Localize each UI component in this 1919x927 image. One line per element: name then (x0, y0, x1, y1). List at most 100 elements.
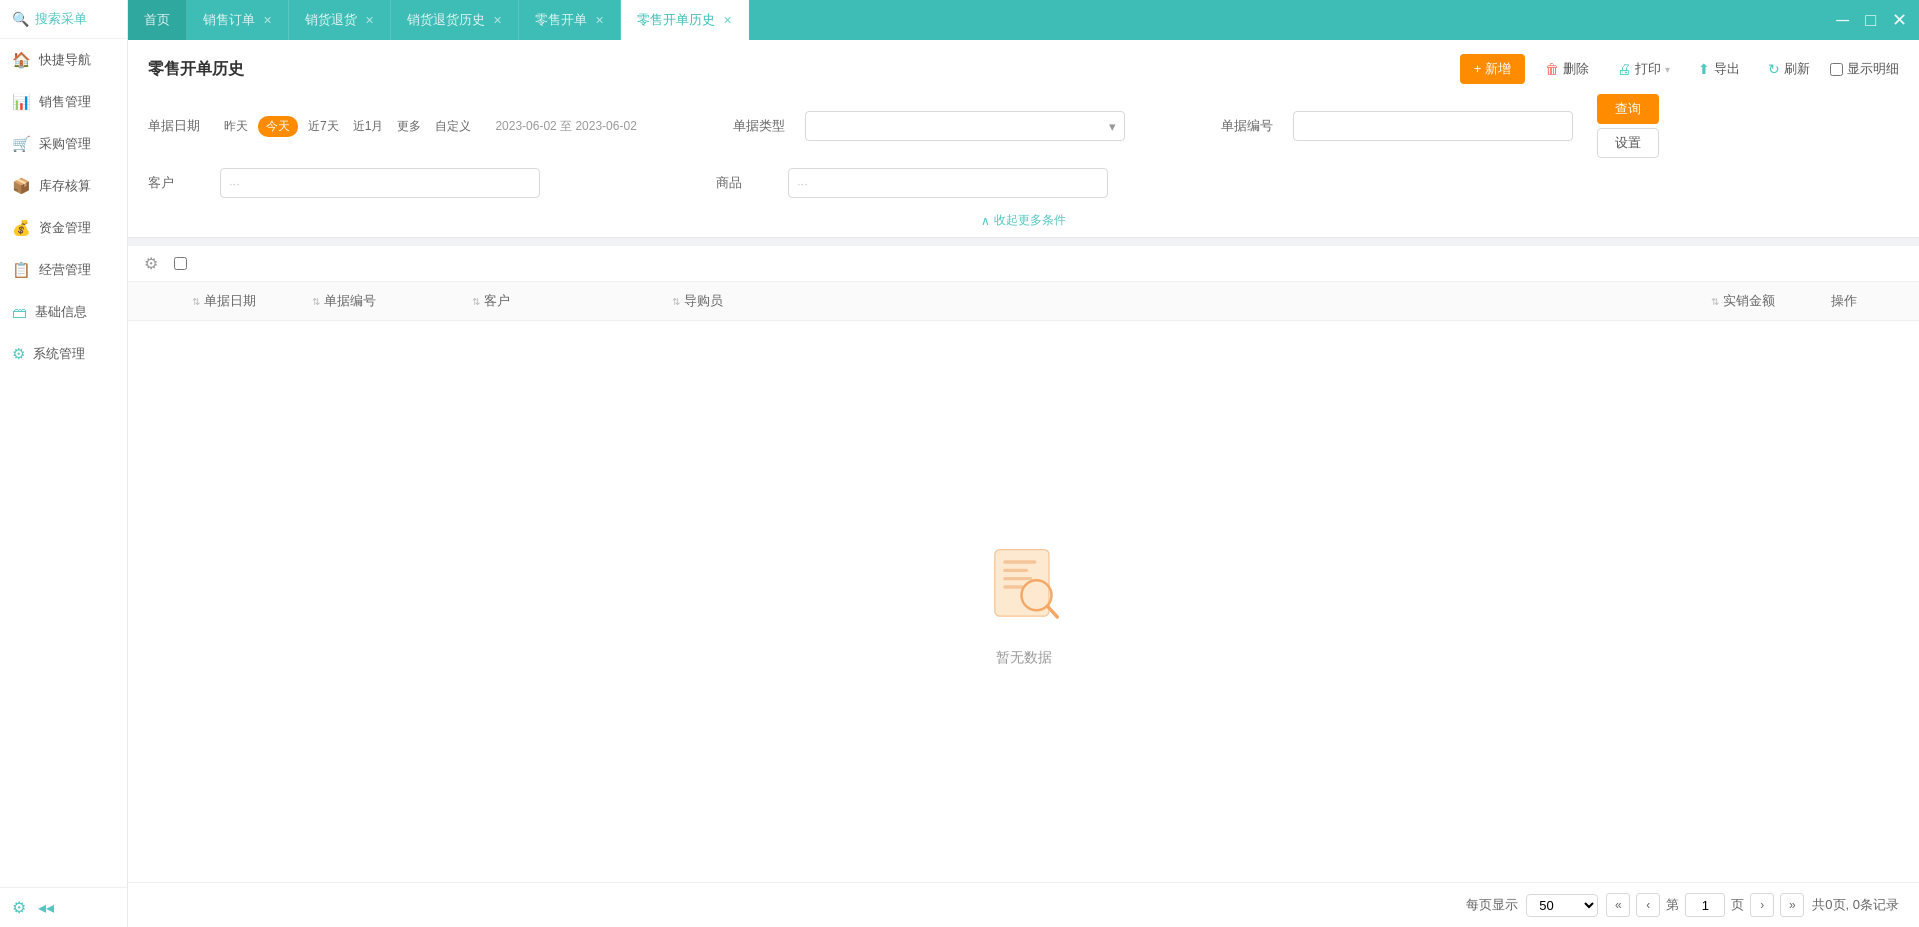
sidebar-item-sys-mgmt[interactable]: ⚙系统管理 (0, 333, 127, 375)
sidebar-nav: 🏠快捷导航📊销售管理 🛒 采购管理 📦库存核算💰资金管理📋经营管理 🗃 基础信息 ⚙系统管理 (0, 39, 127, 887)
delete-button[interactable]: 🗑 删除 (1537, 56, 1597, 82)
refresh-button[interactable]: ↻ 刷新 (1760, 56, 1818, 82)
window-maximize-icon[interactable]: □ (1865, 10, 1876, 31)
type-filter-label: 单据类型 (733, 117, 789, 135)
col-header-number[interactable]: ⇅ 单据编号 (304, 282, 464, 320)
sidebar-icon-purchase-mgmt: 🛒 (12, 135, 31, 153)
sidebar-item-ops-mgmt[interactable]: 📋经营管理 (0, 249, 127, 291)
tab-label-sales-order: 销售订单 (203, 11, 255, 29)
sidebar-search-label: 搜索采单 (35, 10, 87, 28)
tab-close-sales-order[interactable]: ✕ (263, 14, 272, 27)
sidebar-item-quick-nav[interactable]: 🏠快捷导航 (0, 39, 127, 81)
table-area: ⚙ ⇅ 单据日期 ⇅ 单据编号 ⇅ 客户 ⇅ 导购 (128, 246, 1919, 882)
sidebar-search[interactable]: 🔍 搜索采单 (0, 0, 127, 39)
col-header-customer[interactable]: ⇅ 客户 (464, 282, 664, 320)
settings-button[interactable]: 设置 (1597, 128, 1659, 158)
print-chevron-icon: ▾ (1665, 64, 1670, 75)
svg-point-6 (1026, 585, 1046, 605)
filter-row-date: 单据日期 昨天 今天 近7天 近1月 更多 自定义 2023-06-02 至 2… (148, 94, 1899, 158)
sidebar-item-purchase-mgmt[interactable]: 🛒 采购管理 (0, 123, 127, 165)
collapse-filter-btn[interactable]: ∧ 收起更多条件 (148, 208, 1899, 237)
tab-sales-return[interactable]: 销货退货✕ (289, 0, 391, 40)
type-filter-select[interactable]: ▾ (805, 111, 1125, 141)
gear-icon[interactable]: ⚙ (12, 898, 26, 917)
select-all-checkbox[interactable] (174, 257, 187, 270)
show-detail-checkbox[interactable]: 显示明细 (1830, 60, 1899, 78)
show-detail-input[interactable] (1830, 63, 1843, 76)
sidebar-label-basic-info: 基础信息 (35, 303, 87, 321)
prev-page-btn[interactable]: ‹ (1636, 893, 1660, 917)
customer-filter-select[interactable]: ··· (220, 168, 540, 198)
number-filter-input[interactable] (1293, 111, 1573, 141)
sidebar-label-sales-mgmt: 销售管理 (39, 93, 91, 111)
sidebar: 🔍 搜索采单 🏠快捷导航📊销售管理 🛒 采购管理 📦库存核算💰资金管理📋经营管理 🗃 基础… (0, 0, 128, 927)
date-filter-btns: 昨天 今天 近7天 近1月 更多 自定义 (220, 116, 475, 137)
show-detail-label: 显示明细 (1847, 60, 1899, 78)
next-page-btn[interactable]: › (1750, 893, 1774, 917)
date-btn-7days[interactable]: 近7天 (304, 116, 343, 137)
date-btn-custom[interactable]: 自定义 (431, 116, 475, 137)
sort-number-icon: ⇅ (312, 296, 320, 307)
svg-rect-1 (1003, 560, 1036, 563)
sidebar-item-basic-info[interactable]: 🗃 基础信息 (0, 291, 127, 333)
date-btn-yesterday[interactable]: 昨天 (220, 116, 252, 137)
page-number-input[interactable]: 1 (1685, 893, 1725, 917)
date-btn-more[interactable]: 更多 (393, 116, 425, 137)
sort-amount-icon: ⇅ (1711, 296, 1719, 307)
type-chevron-icon: ▾ (1109, 119, 1116, 134)
print-button[interactable]: 🖨 打印 ▾ (1609, 56, 1678, 82)
empty-state: 暂无数据 (128, 321, 1919, 882)
col-header-checkbox (144, 282, 184, 320)
collapse-sidebar-icon[interactable]: ◂◂ (38, 898, 54, 917)
sidebar-label-purchase-mgmt: 采购管理 (39, 135, 91, 153)
sort-guide-icon: ⇅ (672, 296, 680, 307)
sidebar-item-sales-mgmt[interactable]: 📊销售管理 (0, 81, 127, 123)
sidebar-icon-basic-info: 🗃 (12, 304, 27, 321)
sidebar-label-sys-mgmt: 系统管理 (33, 345, 85, 363)
date-range-display: 2023-06-02 至 2023-06-02 (495, 118, 636, 135)
first-page-btn[interactable]: « (1606, 893, 1630, 917)
tab-close-sales-return-history[interactable]: ✕ (493, 14, 502, 27)
sidebar-icon-ops-mgmt: 📋 (12, 261, 31, 279)
col-header-amount[interactable]: ⇅ 实销金额 (1703, 282, 1823, 320)
tab-home[interactable]: 首页 (128, 0, 187, 40)
delete-icon: 🗑 (1545, 61, 1559, 77)
goods-filter-select[interactable]: ··· (788, 168, 1108, 198)
export-button[interactable]: ⬆ 导出 (1690, 56, 1748, 82)
new-button[interactable]: + 新增 (1460, 54, 1525, 84)
col-header-guide[interactable]: ⇅ 导购员 (664, 282, 814, 320)
page-header: 零售开单历史 + 新增 🗑 删除 🖨 打印 ▾ ⬆ 导出 (128, 40, 1919, 238)
goods-filter-label: 商品 (716, 174, 772, 192)
sidebar-icon-finance: 💰 (12, 219, 31, 237)
date-btn-today[interactable]: 今天 (258, 116, 298, 137)
tab-bar: 首页销售订单✕销货退货✕销货退货历史✕零售开单✕零售开单历史✕ ─ □ ✕ (128, 0, 1919, 40)
sidebar-icon-quick-nav: 🏠 (12, 51, 31, 69)
last-page-btn[interactable]: » (1780, 893, 1804, 917)
tab-retail-open-history[interactable]: 零售开单历史✕ (621, 0, 749, 40)
sidebar-item-inventory[interactable]: 📦库存核算 (0, 165, 127, 207)
page-label: 页 (1731, 896, 1744, 914)
tab-sales-order[interactable]: 销售订单 ✕ (187, 0, 289, 40)
tab-label-home: 首页 (144, 11, 170, 29)
filter-area: 单据日期 昨天 今天 近7天 近1月 更多 自定义 2023-06-02 至 2… (148, 94, 1899, 237)
table-settings-icon[interactable]: ⚙ (144, 254, 158, 273)
per-page-select[interactable]: 50 10 20 100 (1526, 894, 1598, 917)
customer-placeholder: ··· (229, 176, 240, 191)
tab-close-sales-return[interactable]: ✕ (365, 14, 374, 27)
tab-retail-open[interactable]: 零售开单✕ (519, 0, 621, 40)
sort-date-icon: ⇅ (192, 296, 200, 307)
filter-row-customer: 客户 ··· 商品 ··· (148, 168, 1899, 198)
date-btn-1month[interactable]: 近1月 (349, 116, 388, 137)
sidebar-item-finance[interactable]: 💰资金管理 (0, 207, 127, 249)
sidebar-footer: ⚙ ◂◂ (0, 887, 127, 927)
tab-close-retail-open[interactable]: ✕ (595, 14, 604, 27)
window-minimize-icon[interactable]: ─ (1836, 10, 1849, 31)
toolbar: + 新增 🗑 删除 🖨 打印 ▾ ⬆ 导出 ↻ (1460, 54, 1899, 84)
tab-sales-return-history[interactable]: 销货退货历史✕ (391, 0, 519, 40)
tab-close-retail-open-history[interactable]: ✕ (723, 14, 732, 27)
query-button[interactable]: 查询 (1597, 94, 1659, 124)
window-close-icon[interactable]: ✕ (1892, 9, 1907, 31)
refresh-icon: ↻ (1768, 61, 1780, 77)
tab-bar-right: ─ □ ✕ (1836, 9, 1919, 31)
col-header-date[interactable]: ⇅ 单据日期 (184, 282, 304, 320)
